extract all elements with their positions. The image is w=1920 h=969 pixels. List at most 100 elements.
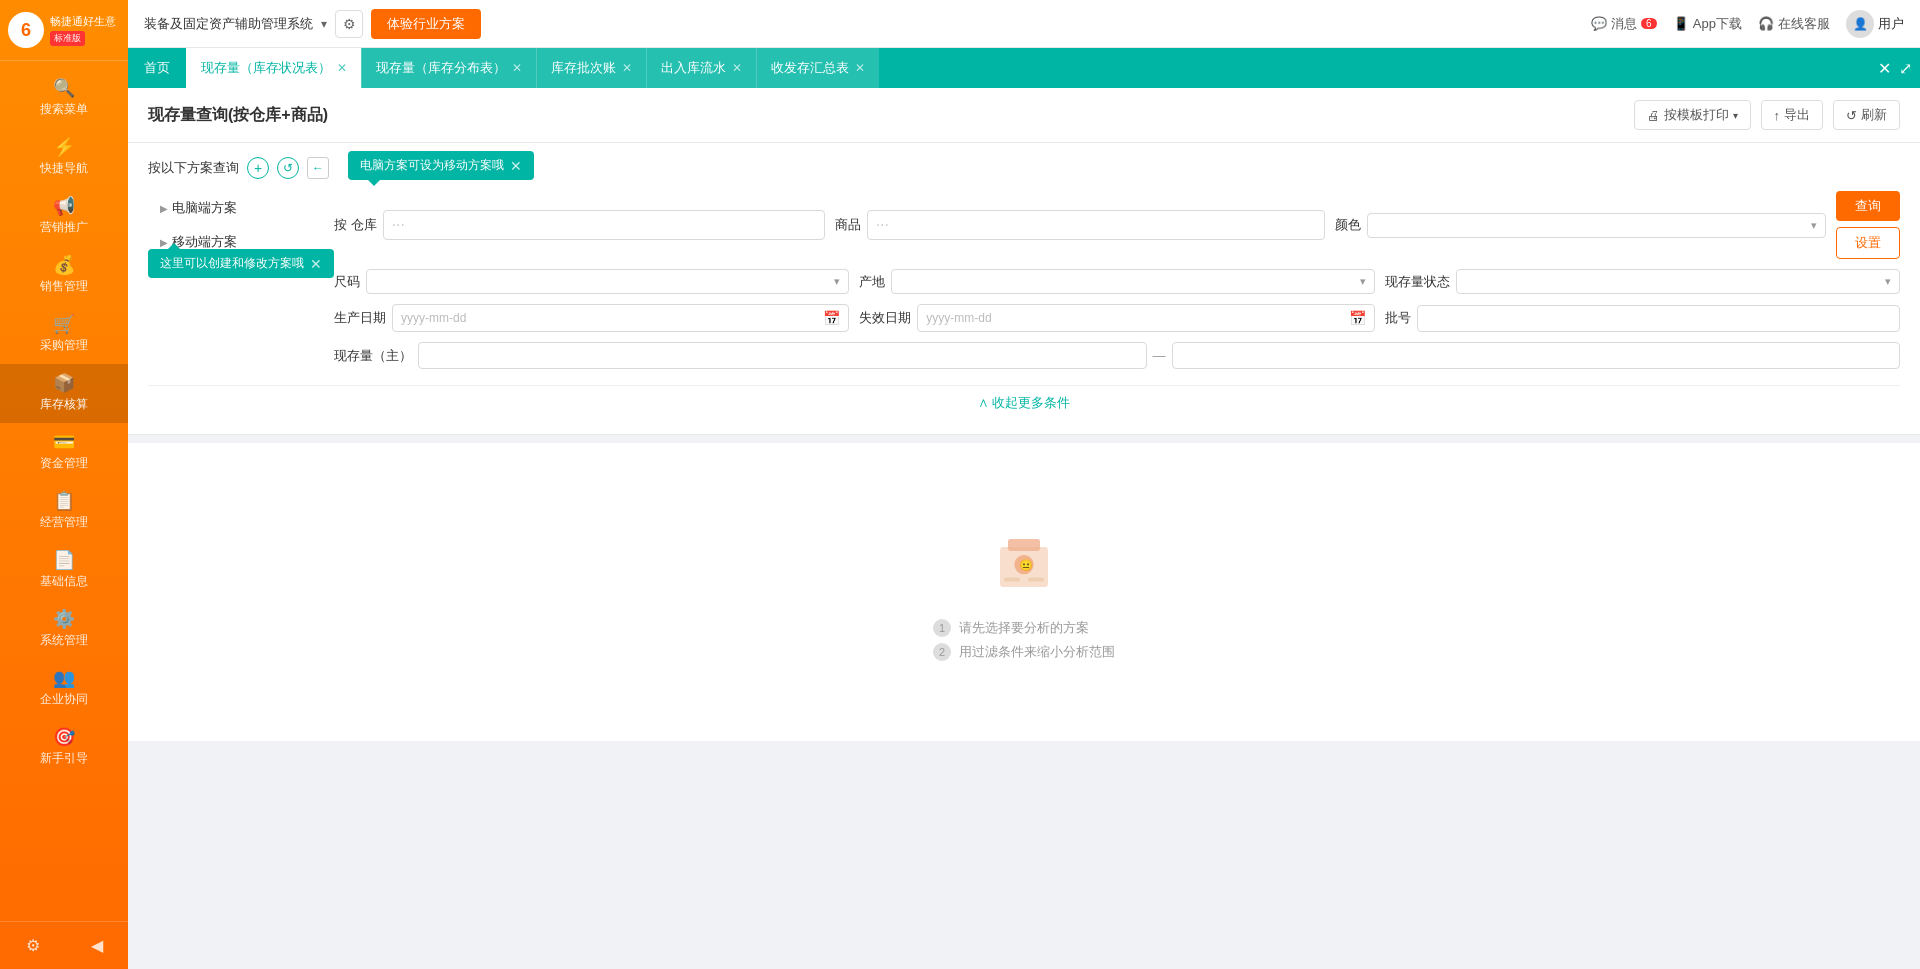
tab-inventory-status-label: 现存量（库存状况表） (201, 59, 331, 77)
tab-home-label: 首页 (144, 59, 170, 77)
system-icon: ⚙️ (53, 610, 75, 628)
expire-date-calendar-icon[interactable]: 📅 (1349, 310, 1366, 326)
origin-dropdown-arrow: ▾ (1360, 275, 1366, 288)
tooltip-text-1: 电脑方案可设为移动方案哦 (360, 157, 504, 174)
sidebar-item-purchase[interactable]: 🛒 采购管理 (0, 305, 128, 364)
tab-batch-account-close[interactable]: ✕ (622, 61, 632, 75)
collapse-sidebar-icon[interactable]: ◀ (87, 932, 107, 959)
stock-status-label: 现存量状态 (1385, 273, 1450, 291)
step-num-2: 2 (933, 643, 951, 661)
sidebar-item-operations[interactable]: 📋 经营管理 (0, 482, 128, 541)
tooltip-close-1[interactable]: ✕ (510, 158, 522, 174)
filter-header: 按以下方案查询 + ↺ ← 电脑方案可设为移动方案哦 ✕ (148, 157, 1900, 179)
tab-summary-close[interactable]: ✕ (855, 61, 865, 75)
tab-batch-account[interactable]: 库存批次账 ✕ (536, 48, 646, 88)
filter-left-arrow-btn[interactable]: ← (307, 157, 329, 179)
stock-status-field: 现存量状态 ▾ (1385, 269, 1900, 294)
export-btn[interactable]: ↑ 导出 (1761, 100, 1824, 130)
tab-inventory-dist[interactable]: 现存量（库存分布表） ✕ (361, 48, 536, 88)
sidebar-item-inventory-label: 库存核算 (40, 396, 88, 413)
sidebar-item-system[interactable]: ⚙️ 系统管理 (0, 600, 128, 659)
sidebar-item-finance[interactable]: 💳 资金管理 (0, 423, 128, 482)
print-btn[interactable]: 🖨 按模板打印 ▾ (1634, 100, 1751, 130)
system-dropdown-arrow[interactable]: ▾ (321, 17, 327, 31)
sidebar-item-basic-info[interactable]: 📄 基础信息 (0, 541, 128, 600)
sidebar-item-guide-label: 新手引导 (40, 750, 88, 767)
origin-selector[interactable]: ▾ (891, 269, 1374, 294)
origin-field: 产地 ▾ (859, 269, 1374, 294)
color-selector[interactable]: ▾ (1367, 213, 1826, 238)
message-btn[interactable]: 💬 消息 6 (1591, 15, 1657, 33)
tab-close-all-icon[interactable]: ✕ (1878, 59, 1891, 78)
stock-main-input-from[interactable] (418, 342, 1147, 369)
brand-text: 畅捷通好生意 标准版 (50, 14, 116, 46)
batch-input[interactable] (1417, 305, 1900, 332)
stock-status-selector[interactable]: ▾ (1456, 269, 1900, 294)
reset-btn[interactable]: 设置 (1836, 227, 1900, 259)
industry-btn[interactable]: 体验行业方案 (371, 9, 481, 39)
scheme-pc-item[interactable]: ▶ 电脑端方案 (148, 191, 318, 225)
goods-field: 商品 ··· (835, 210, 1326, 240)
user-area[interactable]: 👤 用户 (1846, 10, 1904, 38)
filter-add-btn[interactable]: + (247, 157, 269, 179)
app-download-btn[interactable]: 📱 App下载 (1673, 15, 1742, 33)
goods-selector[interactable]: ··· (867, 210, 1326, 240)
sidebar-logo: 6 畅捷通好生意 标准版 (0, 0, 128, 61)
size-label: 尺码 (334, 273, 360, 291)
sidebar-item-marketing-label: 营销推广 (40, 219, 88, 236)
sidebar-item-enterprise-label: 企业协同 (40, 691, 88, 708)
collapse-icon: ∧ (978, 395, 989, 410)
sidebar-item-sales[interactable]: 💰 销售管理 (0, 246, 128, 305)
phone-icon: 📱 (1673, 16, 1689, 31)
produce-date-input[interactable]: yyyy-mm-dd 📅 (392, 304, 849, 332)
produce-date-calendar-icon[interactable]: 📅 (823, 310, 840, 326)
brand-badge: 标准版 (50, 31, 85, 46)
sidebar-item-guide[interactable]: 🎯 新手引导 (0, 718, 128, 777)
warehouse-selector[interactable]: ··· (383, 210, 825, 240)
sidebar: 6 畅捷通好生意 标准版 🔍 搜索菜单 ⚡ 快捷导航 📢 营销推广 💰 销售管理… (0, 0, 128, 969)
svg-rect-1 (1008, 539, 1040, 551)
empty-step1-label: 请先选择要分析的方案 (959, 619, 1089, 637)
refresh-btn[interactable]: ↺ 刷新 (1833, 100, 1900, 130)
tab-bar: 首页 现存量（库存状况表） ✕ 现存量（库存分布表） ✕ 库存批次账 ✕ 出入库… (128, 48, 1920, 88)
top-header: 装备及固定资产辅助管理系统 ▾ ⚙ 体验行业方案 💬 消息 6 📱 App下载 … (128, 0, 1920, 48)
sidebar-item-enterprise[interactable]: 👥 企业协同 (0, 659, 128, 718)
tab-home[interactable]: 首页 (128, 48, 186, 88)
inventory-icon: 📦 (53, 374, 75, 392)
sidebar-item-inventory[interactable]: 📦 库存核算 (0, 364, 128, 423)
color-field: 颜色 ▾ (1335, 213, 1826, 238)
header-left: 装备及固定资产辅助管理系统 ▾ ⚙ 体验行业方案 (144, 9, 481, 39)
tab-inventory-status-close[interactable]: ✕ (337, 61, 347, 75)
stock-main-input-to[interactable] (1172, 342, 1901, 369)
sidebar-item-marketing[interactable]: 📢 营销推广 (0, 187, 128, 246)
filter-refresh-btn[interactable]: ↺ (277, 157, 299, 179)
sidebar-item-quicknav[interactable]: ⚡ 快捷导航 (0, 128, 128, 187)
tab-flow[interactable]: 出入库流水 ✕ (646, 48, 756, 88)
message-badge: 6 (1641, 18, 1657, 29)
basic-info-icon: 📄 (53, 551, 75, 569)
print-dropdown-arrow: ▾ (1733, 110, 1738, 121)
sidebar-item-operations-label: 经营管理 (40, 514, 88, 531)
tab-flow-close[interactable]: ✕ (732, 61, 742, 75)
sidebar-item-search[interactable]: 🔍 搜索菜单 (0, 69, 128, 128)
settings-icon-btn[interactable]: ⚙ (335, 10, 363, 38)
search-menu-icon: 🔍 (53, 79, 75, 97)
tab-inventory-status[interactable]: 现存量（库存状况表） ✕ (186, 48, 361, 88)
produce-date-field: 生产日期 yyyy-mm-dd 📅 (334, 304, 849, 332)
tab-summary[interactable]: 收发存汇总表 ✕ (756, 48, 879, 88)
tooltip-close-2[interactable]: ✕ (310, 256, 322, 272)
online-support-btn[interactable]: 🎧 在线客服 (1758, 15, 1830, 33)
size-selector[interactable]: ▾ (366, 269, 849, 294)
search-btn[interactable]: 查询 (1836, 191, 1900, 221)
settings-footer-icon[interactable]: ⚙ (22, 932, 44, 959)
tab-inventory-dist-close[interactable]: ✕ (512, 61, 522, 75)
expire-date-input[interactable]: yyyy-mm-dd 📅 (917, 304, 1374, 332)
warehouse-field: 按 仓库 ··· (334, 210, 825, 240)
collapse-row[interactable]: ∧ 收起更多条件 (148, 385, 1900, 420)
stock-status-dropdown-arrow: ▾ (1885, 275, 1891, 288)
page-title: 现存量查询(按仓库+商品) (148, 105, 328, 126)
refresh-icon: ↺ (1846, 108, 1857, 123)
tab-expand-icon[interactable]: ⤢ (1899, 59, 1912, 78)
app-download-label: App下载 (1693, 15, 1742, 33)
empty-step2-label: 用过滤条件来缩小分析范围 (959, 643, 1115, 661)
